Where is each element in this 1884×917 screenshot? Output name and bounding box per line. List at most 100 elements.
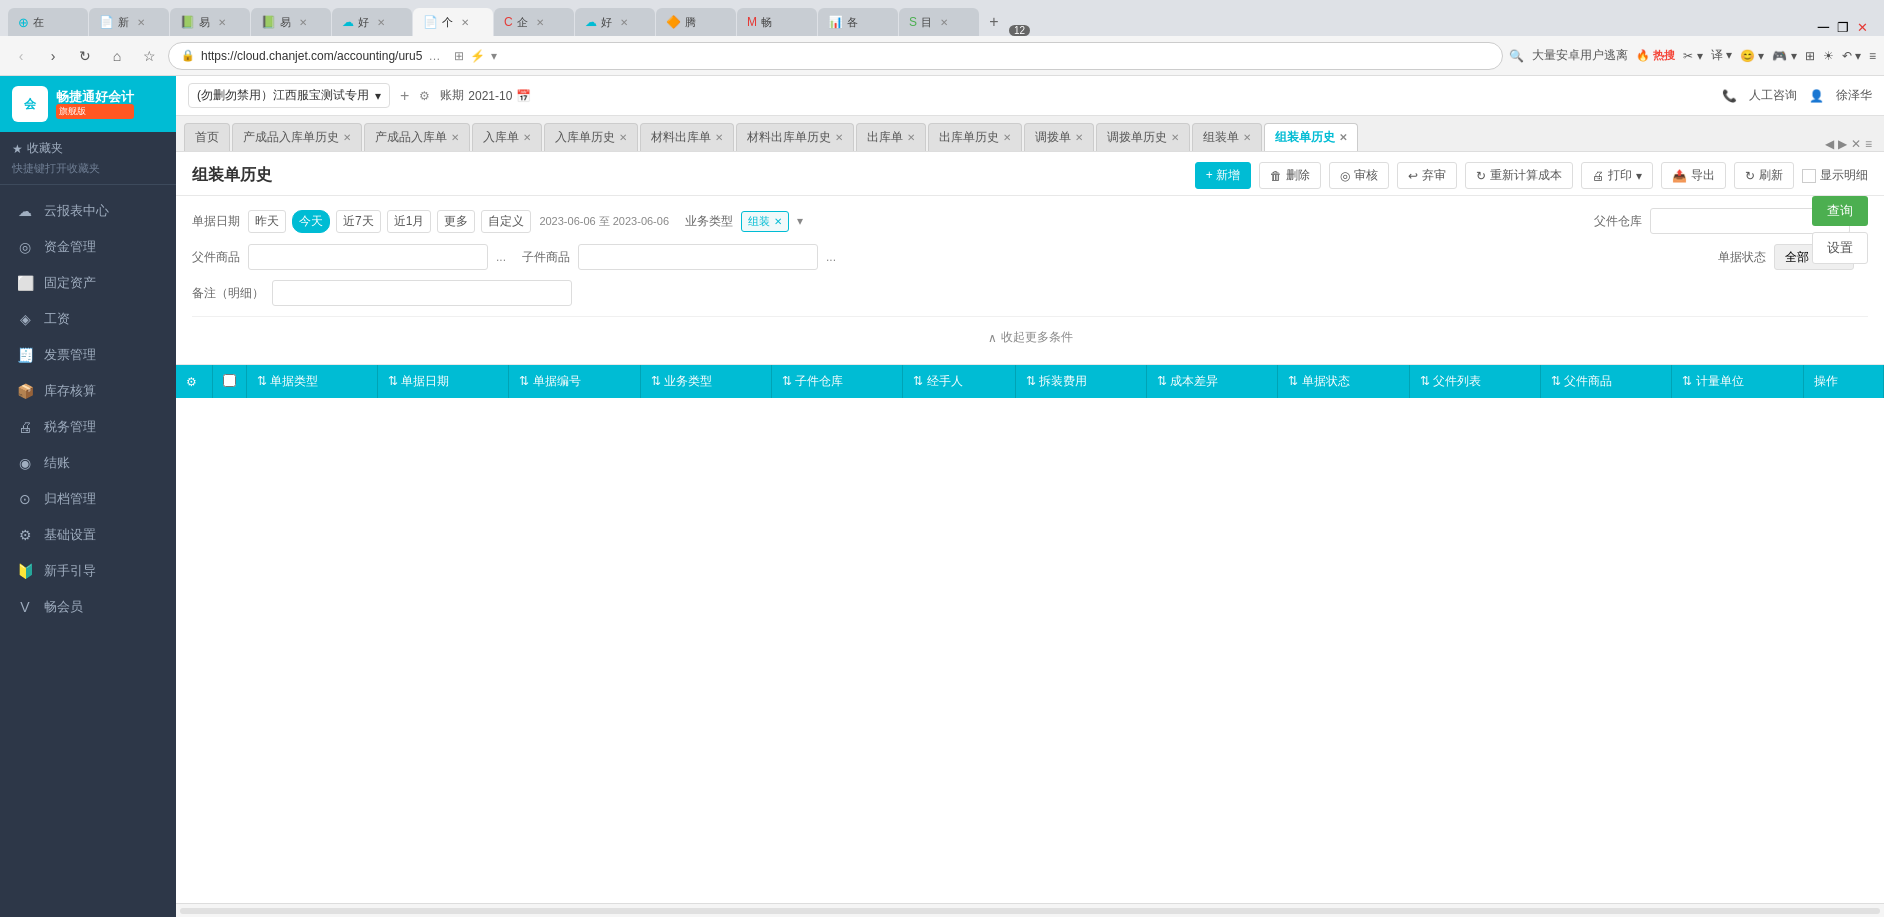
sidebar-item-checkout[interactable]: ◉ 结账 — [0, 445, 176, 481]
page-tab-transfer[interactable]: 调拨单 ✕ — [1024, 123, 1094, 151]
col-bill-date[interactable]: ⇅ 单据日期 — [377, 365, 508, 398]
grid-icon[interactable]: ⊞ — [1805, 49, 1815, 63]
horizontal-scrollbar[interactable] — [176, 903, 1884, 917]
sidebar-item-assets[interactable]: ⬜ 固定资产 — [0, 265, 176, 301]
tab-scroll-left[interactable]: ◀ — [1825, 137, 1834, 151]
table-checkbox-header[interactable] — [212, 365, 246, 398]
sidebar-item-settings[interactable]: ⚙ 基础设置 — [0, 517, 176, 553]
sidebar-item-member[interactable]: V 畅会员 — [0, 589, 176, 625]
address-bar[interactable]: 🔒 https://cloud.chanjet.com/accounting/u… — [168, 42, 1503, 70]
more-date-btn[interactable]: 更多 — [437, 210, 475, 233]
sidebar-item-reports[interactable]: ☁ 云报表中心 — [0, 193, 176, 229]
tab-close-8[interactable]: ✕ — [620, 17, 628, 28]
browser-tab-7[interactable]: C 企 ✕ — [494, 8, 574, 36]
col-disassemble-fee[interactable]: ⇅ 拆装费用 — [1015, 365, 1146, 398]
tab-close-icon[interactable]: ✕ — [715, 132, 723, 143]
tab-close-12[interactable]: ✕ — [940, 17, 948, 28]
tab-close-2[interactable]: ✕ — [137, 17, 145, 28]
tab-close-icon[interactable]: ✕ — [907, 132, 915, 143]
today-btn[interactable]: 今天 — [292, 210, 330, 233]
tab-close-icon[interactable]: ✕ — [1075, 132, 1083, 143]
company-selector[interactable]: (勿删勿禁用）江西服宝测试专用 ▾ — [188, 83, 390, 108]
browser-tab-9[interactable]: 🔶 腾 — [656, 8, 736, 36]
page-tab-material-outbound[interactable]: 材料出库单 ✕ — [640, 123, 734, 151]
col-unit[interactable]: ⇅ 计量单位 — [1672, 365, 1804, 398]
browser-tab-1[interactable]: ⊕ 在 — [8, 8, 88, 36]
back-button[interactable]: ‹ — [8, 43, 34, 69]
browser-tab-8[interactable]: ☁ 好 ✕ — [575, 8, 655, 36]
col-parent-list[interactable]: ⇅ 父件列表 — [1409, 365, 1540, 398]
display-detail-toggle[interactable]: 显示明细 — [1802, 167, 1868, 184]
delete-button[interactable]: 🗑 删除 — [1259, 162, 1321, 189]
page-tab-inbound[interactable]: 入库单 ✕ — [472, 123, 542, 151]
page-tab-assembly-history[interactable]: 组装单历史 ✕ — [1264, 123, 1358, 151]
favorites-shortcut[interactable]: 快捷键打开收藏夹 — [12, 161, 164, 176]
col-child-warehouse[interactable]: ⇅ 子件仓库 — [772, 365, 903, 398]
child-product-input[interactable] — [578, 244, 818, 270]
scrollbar-track[interactable] — [180, 908, 1880, 914]
tab-scroll-right[interactable]: ▶ — [1838, 137, 1847, 151]
add-button[interactable]: + 新增 — [1195, 162, 1251, 189]
page-tab-outbound[interactable]: 出库单 ✕ — [856, 123, 926, 151]
sidebar-item-funds[interactable]: ◎ 资金管理 — [0, 229, 176, 265]
business-type-dropdown[interactable]: ▾ — [797, 214, 803, 228]
collapse-filter-button[interactable]: ∧ 收起更多条件 — [192, 323, 1868, 352]
scissors-icon[interactable]: ✂ ▾ — [1683, 49, 1702, 63]
tab-menu[interactable]: ≡ — [1865, 137, 1872, 151]
audit-button[interactable]: ◎ 审核 — [1329, 162, 1389, 189]
browser-tab-11[interactable]: 📊 各 — [818, 8, 898, 36]
abandon-button[interactable]: ↩ 弃审 — [1397, 162, 1457, 189]
parent-product-more[interactable]: ... — [496, 250, 506, 264]
sun-icon[interactable]: ☀ — [1823, 49, 1834, 63]
tab-close-icon[interactable]: ✕ — [1243, 132, 1251, 143]
page-tab-product-inbound[interactable]: 产成品入库单 ✕ — [364, 123, 470, 151]
sidebar-item-inventory[interactable]: 📦 库存核算 — [0, 373, 176, 409]
query-button[interactable]: 查询 — [1812, 196, 1868, 226]
table-settings-header[interactable]: ⚙ — [176, 365, 212, 398]
close-all-tabs[interactable]: ✕ — [1851, 137, 1861, 151]
parent-product-input[interactable] — [248, 244, 488, 270]
dropdown-icon[interactable]: ▾ — [491, 49, 497, 63]
col-handler[interactable]: ⇅ 经手人 — [903, 365, 1015, 398]
lightning-icon[interactable]: ⚡ — [470, 49, 485, 63]
page-tab-material-outbound-history[interactable]: 材料出库单历史 ✕ — [736, 123, 854, 151]
sidebar-item-invoice[interactable]: 🧾 发票管理 — [0, 337, 176, 373]
page-tab-home[interactable]: 首页 — [184, 123, 230, 151]
browser-tab-active[interactable]: 📄 个 ✕ — [413, 8, 493, 36]
service-icon[interactable]: 📞 — [1722, 89, 1737, 103]
tab-close-icon[interactable]: ✕ — [835, 132, 843, 143]
browser-tab-4[interactable]: 📗 易 ✕ — [251, 8, 331, 36]
recalculate-button[interactable]: ↻ 重新计算成本 — [1465, 162, 1573, 189]
col-business-type[interactable]: ⇅ 业务类型 — [640, 365, 771, 398]
col-bill-type[interactable]: ⇅ 单据类型 — [246, 365, 377, 398]
tab-close-3[interactable]: ✕ — [218, 17, 226, 28]
sidebar-item-payroll[interactable]: ◈ 工资 — [0, 301, 176, 337]
browser-tab-5[interactable]: ☁ 好 ✕ — [332, 8, 412, 36]
page-tab-outbound-history[interactable]: 出库单历史 ✕ — [928, 123, 1022, 151]
print-button[interactable]: 🖨 打印 ▾ — [1581, 162, 1653, 189]
tab-close-icon[interactable]: ✕ — [451, 132, 459, 143]
last1month-btn[interactable]: 近1月 — [387, 210, 432, 233]
bookmark-button[interactable]: ☆ — [136, 43, 162, 69]
tab-close-icon[interactable]: ✕ — [343, 132, 351, 143]
last7days-btn[interactable]: 近7天 — [336, 210, 381, 233]
tab-close-7[interactable]: ✕ — [536, 17, 544, 28]
refresh-button[interactable]: ↻ 刷新 — [1734, 162, 1794, 189]
export-button[interactable]: 📤 导出 — [1661, 162, 1726, 189]
translate-icon[interactable]: 译 ▾ — [1711, 47, 1732, 64]
browser-tab-10[interactable]: M 畅 — [737, 8, 817, 36]
tab-close-icon[interactable]: ✕ — [523, 132, 531, 143]
new-tab-button[interactable]: + — [980, 8, 1008, 36]
user-avatar-icon[interactable]: 👤 — [1809, 89, 1824, 103]
col-bill-no[interactable]: ⇅ 单据编号 — [509, 365, 640, 398]
yesterday-btn[interactable]: 昨天 — [248, 210, 286, 233]
tab-close-icon[interactable]: ✕ — [1339, 132, 1347, 143]
select-all-checkbox[interactable] — [223, 374, 236, 387]
maximize-button[interactable]: ❐ — [1837, 20, 1849, 35]
col-parent-product[interactable]: ⇅ 父件商品 — [1541, 365, 1672, 398]
browser-tab-12[interactable]: S 目 ✕ — [899, 8, 979, 36]
sidebar-item-guide[interactable]: 🔰 新手引导 — [0, 553, 176, 589]
tab-close-icon[interactable]: ✕ — [1171, 132, 1179, 143]
child-product-more[interactable]: ... — [826, 250, 836, 264]
close-window-button[interactable]: ✕ — [1857, 20, 1868, 35]
